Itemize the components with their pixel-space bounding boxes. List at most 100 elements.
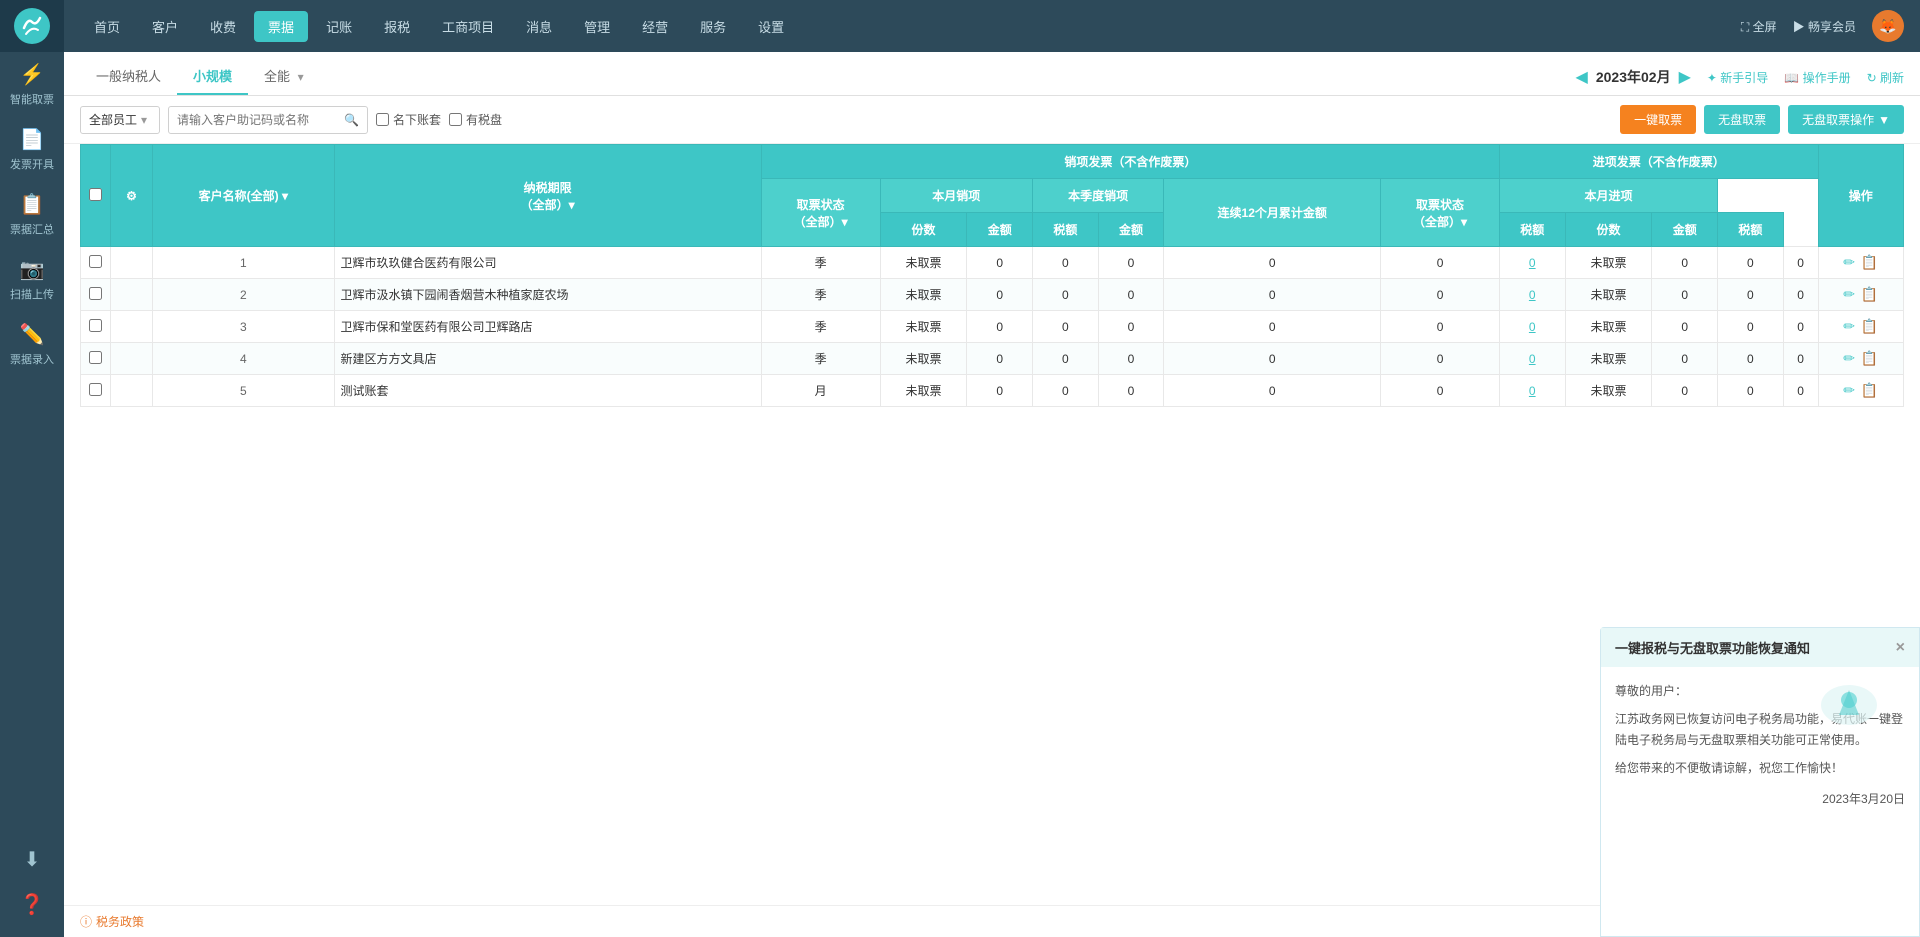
detail-icon-1[interactable]: 📋 xyxy=(1861,286,1878,303)
nav-invoice[interactable]: 票据 xyxy=(254,11,308,42)
nav-customer[interactable]: 客户 xyxy=(138,11,192,42)
detail-icon-4[interactable]: 📋 xyxy=(1861,382,1878,399)
no-disk-ops-button[interactable]: 无盘取票操作 ▼ xyxy=(1788,105,1904,134)
topnav-right-actions: ⛶ 全屏 ▶ 畅享会员 🦊 xyxy=(1741,10,1904,42)
row-checkbox-cell-3 xyxy=(81,343,111,375)
nav-settings[interactable]: 设置 xyxy=(744,11,798,42)
refresh-link[interactable]: ↻ 刷新 xyxy=(1867,69,1904,86)
row-settings-0 xyxy=(111,247,153,279)
edit-icon-1[interactable]: ✏ xyxy=(1843,286,1855,303)
nav-service[interactable]: 服务 xyxy=(686,11,740,42)
my-account-checkbox-label[interactable]: 名下账套 xyxy=(376,111,441,128)
row-monthly-out-amount-1: 0 xyxy=(1033,279,1099,311)
row-period-4: 月 xyxy=(761,375,880,407)
row-annual-amount-2[interactable]: 0 xyxy=(1499,311,1565,343)
row-checkbox-0[interactable] xyxy=(89,255,102,268)
sidebar-item-invoice-summary[interactable]: 📋 票据汇总 xyxy=(0,182,64,247)
member-button[interactable]: ▶ 畅享会员 xyxy=(1793,18,1856,35)
sidebar-item-smart-fetch[interactable]: ⚡ 智能取票 xyxy=(0,52,64,117)
manual-link[interactable]: 📖 操作手册 xyxy=(1784,69,1850,86)
row-num-0: 1 xyxy=(153,247,334,279)
row-num-2: 3 xyxy=(153,311,334,343)
edit-icon-3[interactable]: ✏ xyxy=(1843,350,1855,367)
invoice-table: ⚙ 客户名称(全部) ▾ 纳税期限（全部）▾ 销项发票（不含作废票） 进项发票（… xyxy=(80,144,1904,407)
row-monthly-in-tax-3: 0 xyxy=(1783,343,1818,375)
row-quarter-out-amount-3: 0 xyxy=(1164,343,1381,375)
sidebar-item-invoice-entry[interactable]: ✏️ 票据录入 xyxy=(0,312,64,377)
sidebar: ⚡ 智能取票 📄 发票开具 📋 票据汇总 📷 扫描上传 ✏️ 票据录入 ⬇ ❓ xyxy=(0,0,64,937)
tab-all-dropdown-icon: ▾ xyxy=(298,70,304,84)
sidebar-item-help[interactable]: ❓ xyxy=(0,882,64,927)
row-annual-amount-4[interactable]: 0 xyxy=(1499,375,1565,407)
row-annual-amount-0[interactable]: 0 xyxy=(1499,247,1565,279)
row-action-2: ✏ 📋 xyxy=(1818,311,1903,343)
edit-icon-2[interactable]: ✏ xyxy=(1843,318,1855,335)
search-input[interactable] xyxy=(177,113,340,127)
date-next-button[interactable]: ▶ xyxy=(1679,67,1691,87)
th-monthly-in-count: 份数 xyxy=(1565,213,1652,247)
row-fetch-in-0: 未取票 xyxy=(1565,247,1652,279)
row-fetch-in-4: 未取票 xyxy=(1565,375,1652,407)
nav-manage[interactable]: 管理 xyxy=(570,11,624,42)
row-checkbox-1[interactable] xyxy=(89,287,102,300)
detail-icon-2[interactable]: 📋 xyxy=(1861,318,1878,335)
tab-general[interactable]: 一般纳税人 xyxy=(80,58,177,95)
row-annual-amount-3[interactable]: 0 xyxy=(1499,343,1565,375)
th-purchase-invoice: 进项发票（不含作废票） xyxy=(1499,145,1818,179)
row-annual-amount-1[interactable]: 0 xyxy=(1499,279,1565,311)
statusbar-text[interactable]: 税务政策 xyxy=(96,913,144,930)
row-quarter-out-tax-2: 0 xyxy=(1381,311,1500,343)
has-tax-disk-checkbox[interactable] xyxy=(449,113,462,126)
sidebar-item-invoice-issue[interactable]: 📄 发票开具 xyxy=(0,117,64,182)
row-name-4: 测试账套 xyxy=(334,375,761,407)
nav-business[interactable]: 工商项目 xyxy=(428,11,508,42)
toolbar: 全部员工 ▾ 🔍 名下账套 有税盘 一键取票 无盘取票 无盘取票操作 ▼ xyxy=(64,96,1920,144)
nav-home[interactable]: 首页 xyxy=(80,11,134,42)
select-all-checkbox[interactable] xyxy=(89,188,102,201)
table-row: 4 新建区方方文具店 季 未取票 0 0 0 0 0 0 未取票 0 0 0 ✏… xyxy=(81,343,1904,375)
nav-billing[interactable]: 收费 xyxy=(196,11,250,42)
th-monthly-in-amount: 金额 xyxy=(1652,213,1718,247)
row-quarter-out-amount-2: 0 xyxy=(1164,311,1381,343)
no-disk-fetch-button[interactable]: 无盘取票 xyxy=(1704,105,1780,134)
user-avatar[interactable]: 🦊 xyxy=(1872,10,1904,42)
notification-title: 一键报税与无盘取票功能恢复通知 xyxy=(1615,638,1810,657)
row-checkbox-3[interactable] xyxy=(89,351,102,364)
my-account-checkbox[interactable] xyxy=(376,113,389,126)
new-guide-link[interactable]: ✦ 新手引导 xyxy=(1707,69,1768,86)
row-monthly-out-count-1: 0 xyxy=(967,279,1033,311)
date-prev-button[interactable]: ◀ xyxy=(1576,67,1588,87)
edit-icon-4[interactable]: ✏ xyxy=(1843,382,1855,399)
fullscreen-button[interactable]: ⛶ 全屏 xyxy=(1741,18,1777,35)
detail-icon-0[interactable]: 📋 xyxy=(1861,254,1878,271)
row-checkbox-2[interactable] xyxy=(89,319,102,332)
nav-operation[interactable]: 经营 xyxy=(628,11,682,42)
sidebar-item-scan-upload[interactable]: 📷 扫描上传 xyxy=(0,247,64,312)
row-monthly-out-amount-4: 0 xyxy=(1033,375,1099,407)
tab-all[interactable]: 全能 ▾ xyxy=(248,58,320,95)
th-customer-name: 客户名称(全部) ▾ xyxy=(153,145,334,247)
nav-bookkeeping[interactable]: 记账 xyxy=(312,11,366,42)
row-monthly-out-amount-3: 0 xyxy=(1033,343,1099,375)
tab-small[interactable]: 小规模 xyxy=(177,58,248,95)
row-name-3: 新建区方方文具店 xyxy=(334,343,761,375)
table-row: 5 测试账套 月 未取票 0 0 0 0 0 0 未取票 0 0 0 ✏ 📋 xyxy=(81,375,1904,407)
notification-apology: 给您带来的不便敬请谅解，祝您工作愉快！ xyxy=(1615,758,1905,780)
nav-message[interactable]: 消息 xyxy=(512,11,566,42)
employee-filter[interactable]: 全部员工 ▾ xyxy=(80,106,160,134)
row-checkbox-4[interactable] xyxy=(89,383,102,396)
th-action: 操作 xyxy=(1818,145,1903,247)
notification-close-button[interactable]: × xyxy=(1896,639,1905,657)
detail-icon-3[interactable]: 📋 xyxy=(1861,350,1878,367)
edit-icon-0[interactable]: ✏ xyxy=(1843,254,1855,271)
one-click-fetch-button[interactable]: 一键取票 xyxy=(1620,105,1696,134)
sidebar-item-download[interactable]: ⬇ xyxy=(0,837,64,882)
row-period-3: 季 xyxy=(761,343,880,375)
row-name-2: 卫辉市保和堂医药有限公司卫辉路店 xyxy=(334,311,761,343)
nav-tax[interactable]: 报税 xyxy=(370,11,424,42)
sidebar-label-invoice-issue: 发票开具 xyxy=(10,156,54,172)
row-monthly-out-tax-1: 0 xyxy=(1098,279,1164,311)
search-icon[interactable]: 🔍 xyxy=(344,113,359,127)
has-tax-disk-checkbox-label[interactable]: 有税盘 xyxy=(449,111,502,128)
employee-filter-dropdown-icon: ▾ xyxy=(141,113,147,127)
